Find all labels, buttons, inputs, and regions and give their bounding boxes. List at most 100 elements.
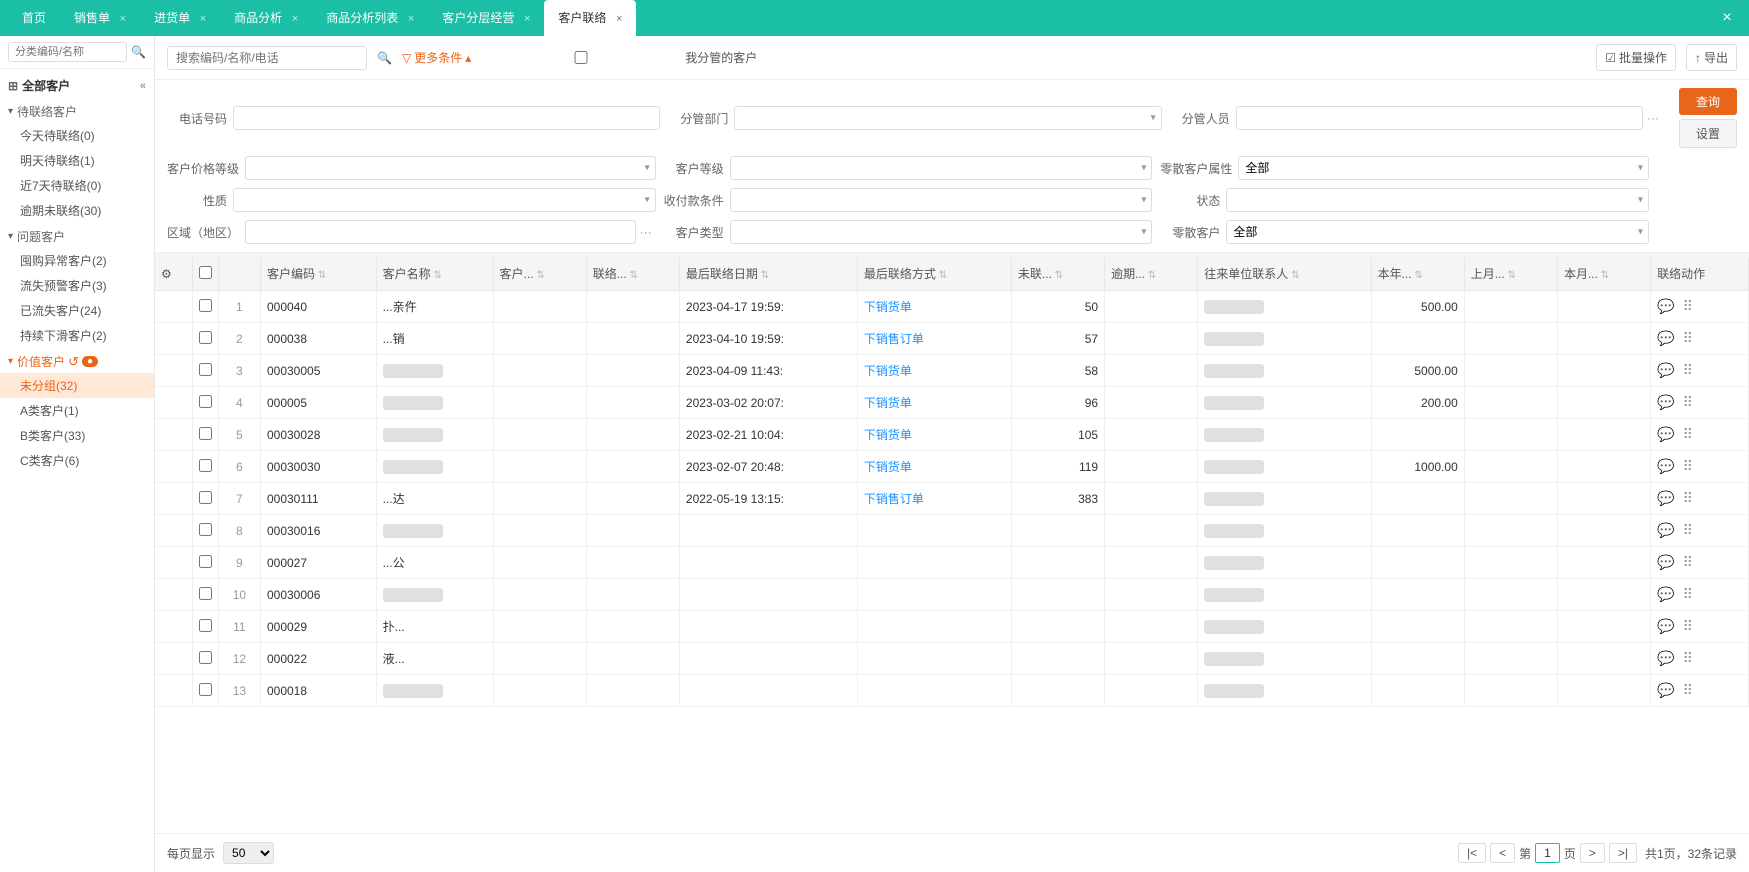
last-contact-way-col-header[interactable]: 最后联络方式 bbox=[857, 257, 1011, 291]
chat-icon[interactable]: 💬 bbox=[1657, 618, 1674, 635]
code-col-header[interactable]: 客户编码 bbox=[260, 257, 376, 291]
sidebar-item-loss-warning[interactable]: 流失预警客户(3) bbox=[0, 273, 154, 298]
department-select[interactable] bbox=[734, 106, 1161, 130]
sidebar-item-lost[interactable]: 已流失客户(24) bbox=[0, 298, 154, 323]
row-checkbox[interactable] bbox=[199, 491, 212, 504]
nav-customer-contact[interactable]: 客户联络 × bbox=[544, 0, 636, 36]
sidebar-item-class-a[interactable]: A类客户(1) bbox=[0, 398, 154, 423]
sidebar-item-today-waiting[interactable]: 今天待联络(0) bbox=[0, 123, 154, 148]
refresh-icon[interactable]: ↺ bbox=[68, 354, 79, 370]
row-checkbox[interactable] bbox=[199, 651, 212, 664]
sidebar-group-problem[interactable]: ▾ 问题客户 bbox=[0, 223, 154, 248]
close-product-analysis-tab[interactable]: × bbox=[292, 13, 298, 25]
more-action-icon[interactable]: ⠿ bbox=[1683, 394, 1693, 411]
first-page-btn[interactable]: |< bbox=[1458, 843, 1486, 863]
sidebar-all-customers[interactable]: ⊞ 全部客户 « bbox=[0, 69, 154, 98]
next-page-btn[interactable]: > bbox=[1580, 843, 1605, 863]
chat-icon[interactable]: 💬 bbox=[1657, 394, 1674, 411]
reset-button[interactable]: 设置 bbox=[1679, 119, 1737, 148]
price-level-select[interactable] bbox=[245, 156, 656, 180]
more-action-icon[interactable]: ⠿ bbox=[1683, 330, 1693, 347]
prev-page-btn[interactable]: < bbox=[1490, 843, 1515, 863]
settings-col-header[interactable]: ⚙ bbox=[155, 257, 192, 291]
more-action-icon[interactable]: ⠿ bbox=[1683, 298, 1693, 315]
chat-icon[interactable]: 💬 bbox=[1657, 522, 1674, 539]
retail-attr-select[interactable]: 全部 bbox=[1238, 156, 1649, 180]
contact-way-link[interactable]: 下销售订单 bbox=[864, 332, 924, 346]
this-year-col-header[interactable]: 本年... bbox=[1371, 257, 1464, 291]
search-icon[interactable]: 🔍 bbox=[377, 51, 392, 65]
more-action-icon[interactable]: ⠿ bbox=[1683, 426, 1693, 443]
more-action-icon[interactable]: ⠿ bbox=[1683, 586, 1693, 603]
my-customers-checkbox-label[interactable]: 我分管的客户 bbox=[481, 49, 757, 66]
overdue-col-header[interactable]: 逾期... bbox=[1105, 257, 1198, 291]
sidebar-collapse-btn[interactable]: « bbox=[140, 80, 146, 92]
more-action-icon[interactable]: ⠿ bbox=[1683, 362, 1693, 379]
close-window-button[interactable]: × bbox=[1713, 4, 1741, 32]
nav-sales[interactable]: 销售单 × bbox=[60, 0, 140, 36]
contact-way-link[interactable]: 下销货单 bbox=[864, 460, 912, 474]
contact-way-link[interactable]: 下销货单 bbox=[864, 396, 912, 410]
this-month-col-header[interactable]: 本月... bbox=[1557, 257, 1650, 291]
per-page-select[interactable]: 50 20 100 bbox=[223, 842, 274, 864]
name-col-header[interactable]: 客户名称 bbox=[376, 257, 493, 291]
export-btn[interactable]: ↑ 导出 bbox=[1686, 44, 1737, 71]
contact-way-link[interactable]: 下销货单 bbox=[864, 364, 912, 378]
chat-icon[interactable]: 💬 bbox=[1657, 586, 1674, 603]
status-select[interactable] bbox=[1226, 188, 1649, 212]
chat-icon[interactable]: 💬 bbox=[1657, 330, 1674, 347]
nav-product-analysis-list[interactable]: 商品分析列表 × bbox=[312, 0, 428, 36]
close-purchase-tab[interactable]: × bbox=[200, 13, 206, 25]
chat-icon[interactable]: 💬 bbox=[1657, 490, 1674, 507]
row-checkbox[interactable] bbox=[199, 683, 212, 696]
type-col-header[interactable]: 客户... bbox=[493, 257, 586, 291]
sidebar-item-declining[interactable]: 持续下滑客户(2) bbox=[0, 323, 154, 348]
search-input[interactable] bbox=[167, 46, 367, 70]
row-checkbox[interactable] bbox=[199, 331, 212, 344]
row-checkbox[interactable] bbox=[199, 619, 212, 632]
sidebar-item-hoarding[interactable]: 囤购异常客户(2) bbox=[0, 248, 154, 273]
contact-col-header[interactable]: 联络... bbox=[586, 257, 679, 291]
row-checkbox[interactable] bbox=[199, 363, 212, 376]
row-checkbox[interactable] bbox=[199, 587, 212, 600]
sidebar-group-value[interactable]: ▾ 价值客户 ↺ ● bbox=[0, 348, 154, 373]
last-contact-date-col-header[interactable]: 最后联络日期 bbox=[679, 257, 857, 291]
more-action-icon[interactable]: ⠿ bbox=[1683, 554, 1693, 571]
last-page-btn[interactable]: >| bbox=[1609, 843, 1637, 863]
chat-icon[interactable]: 💬 bbox=[1657, 682, 1674, 699]
row-checkbox[interactable] bbox=[199, 427, 212, 440]
sidebar-item-overdue-waiting[interactable]: 逾期未联络(30) bbox=[0, 198, 154, 223]
more-action-icon[interactable]: ⠿ bbox=[1683, 650, 1693, 667]
more-action-icon[interactable]: ⠿ bbox=[1683, 618, 1693, 635]
chat-icon[interactable]: 💬 bbox=[1657, 458, 1674, 475]
sidebar-search-icon[interactable]: 🔍 bbox=[131, 45, 146, 59]
retail-customer-select[interactable]: 全部 bbox=[1226, 220, 1649, 244]
phone-input[interactable] bbox=[233, 106, 660, 130]
close-customer-contact-tab[interactable]: × bbox=[616, 13, 622, 25]
more-action-icon[interactable]: ⠿ bbox=[1683, 682, 1693, 699]
sidebar-item-ungrouped[interactable]: 未分组(32) bbox=[0, 373, 154, 398]
sidebar-item-class-c[interactable]: C类客户(6) bbox=[0, 448, 154, 473]
row-checkbox[interactable] bbox=[199, 555, 212, 568]
sidebar-group-waiting[interactable]: ▾ 待联络客户 bbox=[0, 98, 154, 123]
chat-icon[interactable]: 💬 bbox=[1657, 554, 1674, 571]
more-action-icon[interactable]: ⠿ bbox=[1683, 490, 1693, 507]
customer-level-select[interactable] bbox=[730, 156, 1153, 180]
row-checkbox[interactable] bbox=[199, 459, 212, 472]
row-checkbox[interactable] bbox=[199, 299, 212, 312]
nav-home[interactable]: 首页 bbox=[8, 0, 60, 36]
last-month-col-header[interactable]: 上月... bbox=[1464, 257, 1557, 291]
nav-purchase[interactable]: 进货单 × bbox=[140, 0, 220, 36]
sidebar-search-input[interactable] bbox=[8, 42, 127, 62]
payment-select[interactable] bbox=[730, 188, 1153, 212]
chat-icon[interactable]: 💬 bbox=[1657, 426, 1674, 443]
search-button[interactable]: 查询 bbox=[1679, 88, 1737, 115]
nature-select[interactable] bbox=[233, 188, 656, 212]
contact-way-link[interactable]: 下销售订单 bbox=[864, 492, 924, 506]
uncontact-col-header[interactable]: 未联... bbox=[1011, 257, 1104, 291]
region-input[interactable] bbox=[245, 220, 636, 244]
more-conditions-btn[interactable]: ▽ 更多条件 ▴ bbox=[402, 49, 471, 66]
contact-way-link[interactable]: 下销货单 bbox=[864, 428, 912, 442]
batch-op-btn[interactable]: ☑ 批量操作 bbox=[1596, 44, 1676, 71]
page-number[interactable]: 1 bbox=[1535, 843, 1560, 863]
